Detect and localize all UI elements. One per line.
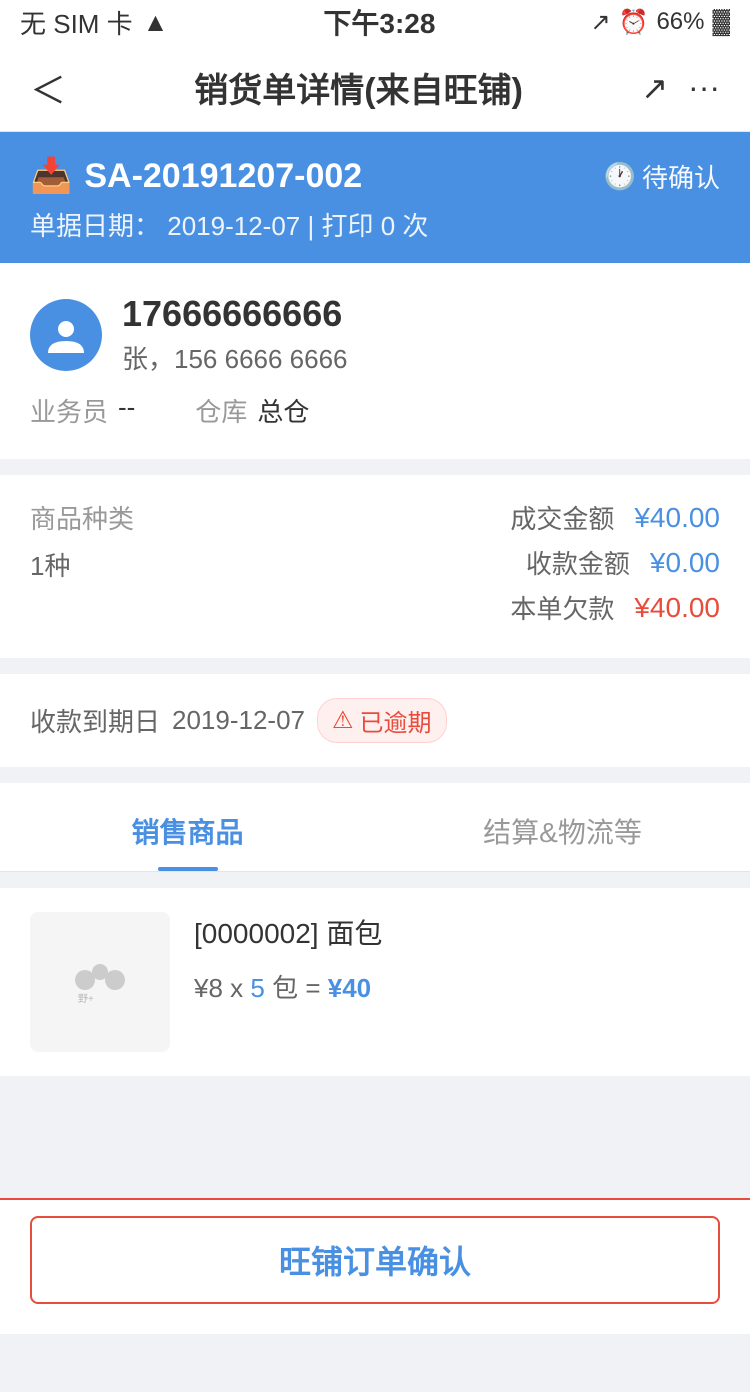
bottom-bar: 旺铺订单确认	[0, 1198, 750, 1334]
summary-left: 商品种类 1种	[30, 499, 134, 583]
customer-section: 17666666666 张，156 6666 6666 业务员 -- 仓库 总仓	[0, 263, 750, 459]
overdue-badge: ⚠ 已逾期	[317, 698, 447, 743]
share-icon[interactable]: ↗	[641, 69, 668, 107]
amount-value: ¥40.00	[634, 502, 720, 534]
battery-text: 66%	[656, 8, 704, 36]
tab-sales-products-label: 销售商品	[131, 817, 243, 848]
summary-section: 商品种类 1种 成交金额 ¥40.00 收款金额 ¥0.00 本单欠款 ¥40.…	[0, 475, 750, 658]
product-quantity: 5	[250, 973, 264, 1003]
nav-actions: ↗ ···	[641, 69, 720, 107]
due-date-value: 2019-12-07	[172, 705, 305, 736]
status-left: 无 SIM 卡 ▲	[20, 4, 168, 41]
page-title: 销货单详情(来自旺铺)	[76, 63, 641, 112]
date-separator: |	[307, 211, 321, 241]
warehouse-value: 总仓	[257, 392, 309, 429]
wifi-icon: ▲	[143, 7, 169, 38]
order-status-text: 待确认	[642, 158, 720, 195]
date-label: 单据日期：	[30, 211, 160, 241]
back-button[interactable]: ＜	[30, 52, 76, 124]
tabs: 销售商品 结算&物流等	[0, 783, 750, 872]
product-code: [0000002]	[194, 918, 319, 949]
amount-row: 成交金额 ¥40.00	[510, 499, 720, 536]
warning-icon: ⚠	[332, 706, 354, 735]
product-name-text: 面包	[326, 918, 382, 949]
kinds-value-row: 1种	[30, 546, 134, 583]
owed-row: 本单欠款 ¥40.00	[510, 589, 720, 626]
tab-sales-products[interactable]: 销售商品	[0, 783, 375, 871]
print-count: 打印 0 次	[321, 211, 428, 241]
price-value: ¥8	[194, 973, 223, 1003]
svg-text:野+: 野+	[78, 993, 94, 1005]
carrier-text: 无 SIM 卡	[20, 4, 133, 41]
battery-icon: ▓	[713, 8, 731, 36]
product-price: ¥8 x 5 包 = ¥40	[194, 968, 720, 1005]
status-time: 下午3:28	[323, 2, 435, 42]
received-value: ¥0.00	[650, 547, 720, 579]
order-status: 🕐 待确认	[604, 158, 720, 195]
confirm-button-label: 旺铺订单确认	[279, 1237, 471, 1283]
confirm-order-button[interactable]: 旺铺订单确认	[30, 1216, 720, 1304]
received-row: 收款金额 ¥0.00	[510, 544, 720, 581]
order-date: 单据日期： 2019-12-07 | 打印 0 次	[30, 206, 720, 243]
customer-phone-block: 17666666666 张，156 6666 6666	[122, 293, 348, 376]
order-id-text: SA-20191207-002	[84, 157, 362, 196]
received-label: 收款金额	[526, 544, 630, 581]
product-section: 野+ [0000002] 面包 ¥8 x 5 包 = ¥40	[0, 888, 750, 1076]
owed-label: 本单欠款	[510, 589, 614, 626]
tab-settlement[interactable]: 结算&物流等	[375, 783, 750, 871]
product-unit: 包	[272, 973, 298, 1003]
customer-name: 张，156 6666 6666	[122, 339, 348, 376]
product-name: [0000002] 面包	[194, 912, 720, 952]
summary-right: 成交金额 ¥40.00 收款金额 ¥0.00 本单欠款 ¥40.00	[510, 499, 720, 634]
customer-top: 17666666666 张，156 6666 6666	[30, 293, 720, 376]
more-icon[interactable]: ···	[688, 69, 720, 106]
order-header-top: 📥 SA-20191207-002 🕐 待确认	[30, 156, 720, 196]
date-value: 2019-12-07	[167, 211, 300, 241]
nav-bar: ＜ 销货单详情(来自旺铺) ↗ ···	[0, 44, 750, 132]
product-total: ¥40	[328, 973, 371, 1003]
kinds-value: 1种	[30, 546, 70, 583]
due-section: 收款到期日 2019-12-07 ⚠ 已逾期	[0, 674, 750, 767]
amount-label: 成交金额	[510, 499, 614, 536]
salesperson-value: --	[118, 392, 135, 429]
customer-meta: 业务员 -- 仓库 总仓	[30, 392, 720, 429]
equals-sign: =	[305, 973, 327, 1003]
product-info: [0000002] 面包 ¥8 x 5 包 = ¥40	[194, 912, 720, 1005]
location-icon: ↗	[590, 8, 610, 37]
order-id: 📥 SA-20191207-002	[30, 156, 362, 196]
price-separator: x	[230, 973, 250, 1003]
status-right: ↗ ⏰ 66% ▓	[590, 8, 730, 37]
avatar	[30, 299, 102, 371]
warehouse-item: 仓库 总仓	[195, 392, 309, 429]
order-header: 📥 SA-20191207-002 🕐 待确认 单据日期： 2019-12-07…	[0, 132, 750, 263]
tab-settlement-label: 结算&物流等	[483, 817, 642, 848]
salesperson-item: 业务员 --	[30, 392, 135, 429]
warehouse-label: 仓库	[195, 392, 247, 429]
due-label: 收款到期日	[30, 702, 160, 739]
customer-phone: 17666666666	[122, 293, 348, 335]
status-bar: 无 SIM 卡 ▲ 下午3:28 ↗ ⏰ 66% ▓	[0, 0, 750, 44]
overdue-text: 已逾期	[360, 703, 432, 738]
product-thumbnail: 野+	[30, 912, 170, 1052]
inbox-icon: 📥	[30, 156, 72, 196]
clock-icon: 🕐	[604, 161, 636, 192]
alarm-icon: ⏰	[619, 8, 649, 37]
salesperson-label: 业务员	[30, 392, 108, 429]
owed-value: ¥40.00	[634, 592, 720, 624]
kinds-label: 商品种类	[30, 499, 134, 536]
